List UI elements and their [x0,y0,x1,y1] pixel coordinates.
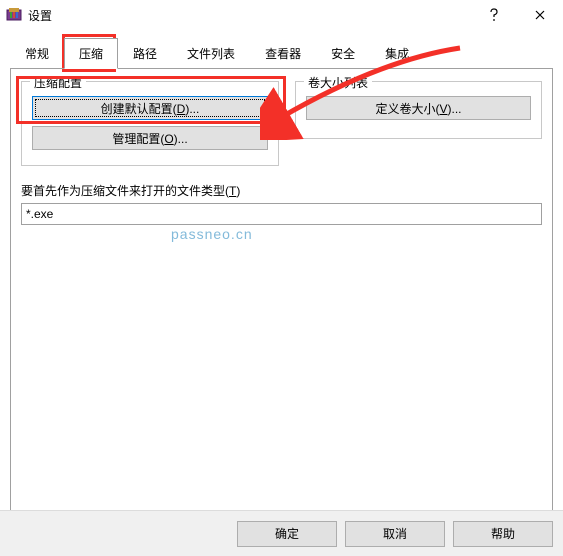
button-label: 定义卷大小(V)... [375,100,461,117]
define-volume-size-button[interactable]: 定义卷大小(V)... [306,96,531,120]
cancel-button[interactable]: 取消 [345,521,445,547]
tab-security[interactable]: 安全 [316,38,370,69]
window-title: 设置 [28,7,471,24]
ok-button[interactable]: 确定 [237,521,337,547]
filetype-input[interactable] [21,203,542,225]
tab-general[interactable]: 常规 [10,38,64,69]
button-label: 管理配置(O)... [112,130,187,147]
group-volume-sizes: 卷大小列表 定义卷大小(V)... [295,81,542,139]
tab-integration[interactable]: 集成 [370,38,424,69]
tab-viewer[interactable]: 查看器 [250,38,316,69]
create-default-profile-button[interactable]: 创建默认配置(D)... [32,96,268,120]
button-label: 创建默认配置(D)... [101,100,200,117]
watermark-text: passneo.cn [171,226,253,242]
filetype-label: 要首先作为压缩文件来打开的文件类型(T) [21,182,542,199]
tab-strip: 常规 压缩 路径 文件列表 查看器 安全 集成 [10,38,553,69]
group-compression-profiles: 压缩配置 创建默认配置(D)... 管理配置(O)... [21,81,279,166]
tab-compression[interactable]: 压缩 [64,38,118,69]
titlebar: 设置 [0,0,563,30]
tab-panel: 压缩配置 创建默认配置(D)... 管理配置(O)... 卷大小列表 定义卷大小… [10,68,553,512]
group-title-volumes: 卷大小列表 [304,74,372,91]
help-button[interactable] [471,0,517,30]
help-footer-button[interactable]: 帮助 [453,521,553,547]
tab-filelist[interactable]: 文件列表 [172,38,250,69]
dialog-footer: 确定 取消 帮助 [0,510,563,556]
tab-paths[interactable]: 路径 [118,38,172,69]
close-button[interactable] [517,0,563,30]
app-icon [6,7,22,23]
group-title-profiles: 压缩配置 [30,74,86,91]
manage-profiles-button[interactable]: 管理配置(O)... [32,126,268,150]
